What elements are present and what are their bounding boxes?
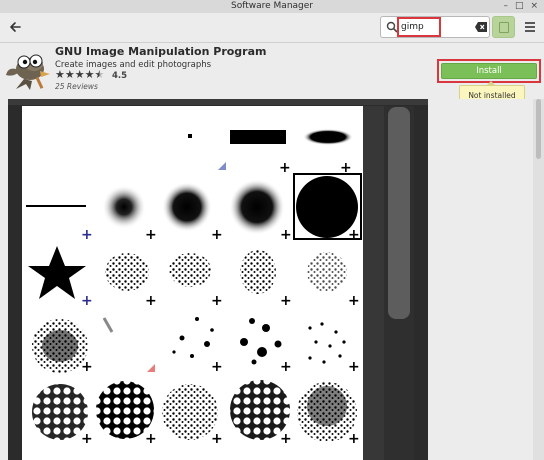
svg-text:+: + xyxy=(348,431,360,447)
hamburger-menu-icon xyxy=(525,22,535,32)
install-button[interactable]: Install xyxy=(441,63,537,79)
pending-actions-button[interactable] xyxy=(492,16,515,38)
svg-text:+: + xyxy=(145,431,157,447)
rating-value: 4.5 xyxy=(112,71,128,81)
brush-row-4: + + + + xyxy=(32,317,360,375)
svg-text:+: + xyxy=(145,293,157,309)
svg-text:+: + xyxy=(211,431,223,447)
svg-text:+: + xyxy=(145,227,157,243)
svg-text:+: + xyxy=(280,227,292,243)
svg-text:+: + xyxy=(81,431,93,447)
main-scrollbar[interactable] xyxy=(533,99,544,460)
svg-text:+: + xyxy=(211,359,223,375)
svg-text:+: + xyxy=(81,293,93,309)
svg-text:+: + xyxy=(280,359,292,375)
search-box[interactable] xyxy=(380,16,490,38)
app-name: GNU Image Manipulation Program xyxy=(55,45,267,58)
window-titlebar: Software Manager – □ × xyxy=(0,0,544,13)
brush-row-3: + + + + + xyxy=(28,246,360,309)
svg-text:+: + xyxy=(81,359,93,375)
window-title: Software Manager xyxy=(231,1,313,11)
svg-text:+: + xyxy=(211,293,223,309)
svg-text:+: + xyxy=(280,431,292,447)
window-controls: – □ × xyxy=(503,0,538,13)
svg-text:+: + xyxy=(348,227,360,243)
pending-actions-icon xyxy=(499,22,509,33)
gimp-logo-icon xyxy=(6,54,50,90)
back-arrow-icon xyxy=(10,22,21,32)
maximize-icon[interactable]: □ xyxy=(515,0,524,13)
svg-text:+: + xyxy=(211,227,223,243)
header-bar xyxy=(0,13,544,43)
brush-row-1: + + xyxy=(188,129,353,176)
star-icon: ★ xyxy=(64,68,75,81)
brush-scrollbar-thumb xyxy=(388,107,410,319)
rating-stars: ★ ★ ★ ★ ★ xyxy=(55,69,104,81)
main-scrollbar-thumb[interactable] xyxy=(536,99,541,159)
svg-text:+: + xyxy=(348,359,360,375)
review-count: 25 Reviews xyxy=(55,82,98,91)
brush-panel-side xyxy=(363,106,384,460)
clear-search-icon[interactable] xyxy=(475,22,487,32)
menu-button[interactable] xyxy=(522,18,538,36)
screenshot-top-edge xyxy=(8,99,428,105)
search-input[interactable] xyxy=(401,20,439,34)
svg-text:+: + xyxy=(280,293,292,309)
brush-previews: + + + + + + + + + + + + + + + + + + + + … xyxy=(26,129,362,447)
svg-text:+: + xyxy=(348,293,360,309)
star-icon: ★ xyxy=(55,68,65,81)
star-icon: ★ xyxy=(74,68,85,81)
close-icon[interactable]: × xyxy=(530,0,538,13)
svg-text:+: + xyxy=(81,227,93,243)
brush-row-2: + + + + + xyxy=(26,173,362,243)
half-star-icon: ★ xyxy=(94,68,105,81)
brush-row-5: + + + + + xyxy=(32,380,360,447)
back-button[interactable] xyxy=(7,18,25,36)
svg-text:+: + xyxy=(279,160,291,176)
minimize-icon[interactable]: – xyxy=(503,0,508,13)
star-icon: ★ xyxy=(84,68,95,81)
